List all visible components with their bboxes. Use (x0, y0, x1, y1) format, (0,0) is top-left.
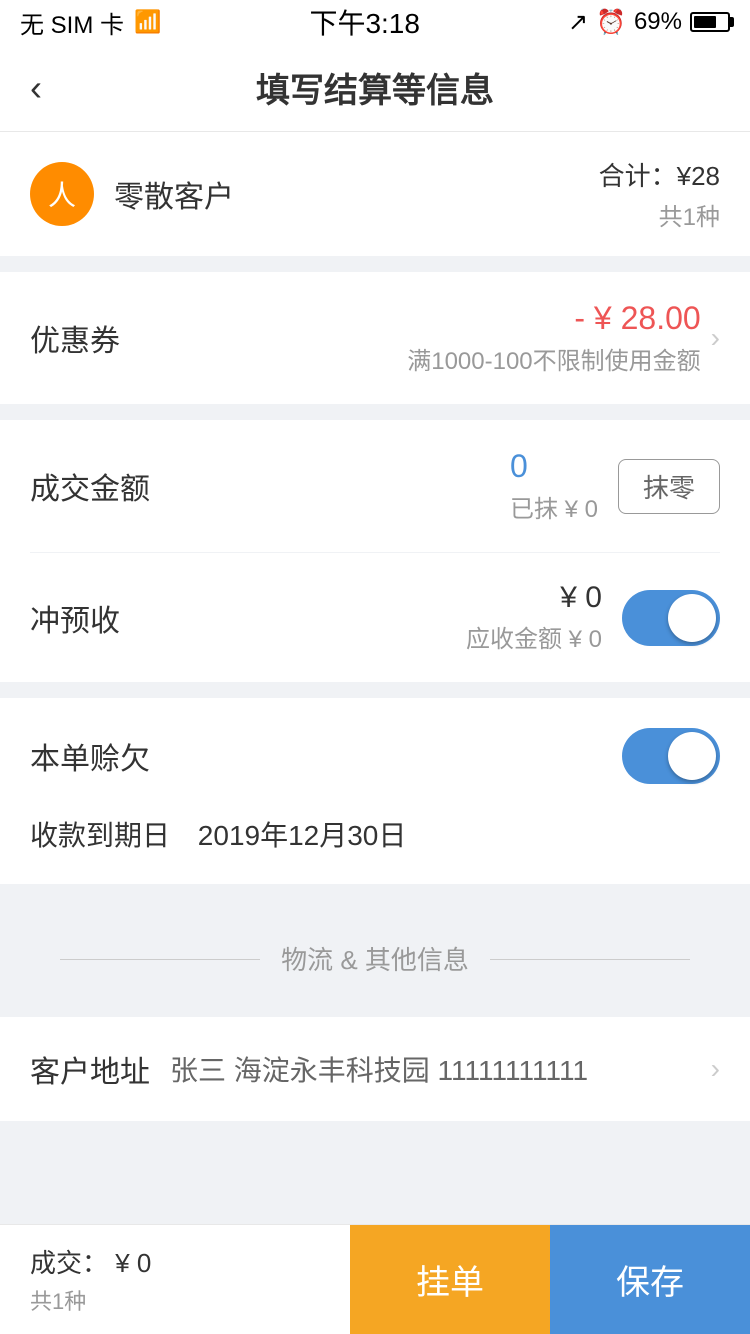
amount-section: 成交金额 0 已抹 ¥ 0 抹零 冲预收 ¥ 0 应收金额 ¥ 0 (0, 420, 750, 682)
due-date-value: 2019年12月30日 (198, 820, 407, 851)
toggle-knob (668, 594, 716, 642)
deal-amount-label: 成交金额 (30, 464, 150, 508)
status-bar: 无 SIM 卡 📶 下午3:18 ↗ ⏰ 69% (0, 0, 750, 44)
bottom-bar: 成交： ¥ 0 共1种 挂单 保存 (0, 1224, 750, 1334)
prepay-right: ¥ 0 应收金额 ¥ 0 (466, 581, 720, 654)
bottom-info: 成交： ¥ 0 共1种 (0, 1243, 350, 1316)
total-amount: 合计：¥28 (599, 156, 720, 193)
customer-total: 合计：¥28 共1种 (599, 156, 720, 232)
save-button[interactable]: 保存 (550, 1225, 750, 1334)
nav-bar: ‹ 填写结算等信息 (0, 44, 750, 132)
due-date-label: 收款到期日 (30, 820, 170, 851)
coupon-desc: 满1000-100不限制使用金额 (407, 341, 700, 376)
address-value: 张三 海淀永丰科技园 11111111111 (170, 1049, 701, 1089)
prepay-toggle[interactable] (622, 590, 720, 646)
customer-name: 零散客户 (114, 172, 234, 216)
due-date-row: 收款到期日 2019年12月30日 (0, 814, 750, 884)
bottom-deal-row: 成交： ¥ 0 (30, 1243, 320, 1280)
status-right: ↗ ⏰ 69% (568, 8, 730, 37)
location-icon: ↗ (568, 8, 588, 37)
deducted-label: 已抹 ¥ 0 (510, 489, 598, 524)
deal-amount-right: 0 已抹 ¥ 0 抹零 (510, 448, 720, 524)
bottom-count: 共1种 (30, 1284, 320, 1316)
round-zero-button[interactable]: 抹零 (618, 459, 720, 514)
prepay-amount: ¥ 0 (466, 581, 602, 615)
logistics-label: 物流 & 其他信息 (281, 945, 469, 975)
pending-button[interactable]: 挂单 (350, 1225, 550, 1334)
address-row: 客户地址 张三 海淀永丰科技园 11111111111 › (0, 1017, 750, 1121)
customer-row: 人 零散客户 合计：¥28 共1种 (0, 132, 750, 256)
deal-amount-value: 0 (510, 448, 598, 485)
alarm-icon: ⏰ (596, 8, 626, 37)
page-title: 填写结算等信息 (256, 63, 494, 112)
content-area: 人 零散客户 合计：¥28 共1种 优惠券 - ¥ 28.00 满1000-10… (0, 132, 750, 1257)
address-chevron-icon: › (711, 1053, 720, 1085)
wifi-icon: 📶 (134, 9, 161, 35)
coupon-row[interactable]: 优惠券 - ¥ 28.00 满1000-100不限制使用金额 › (0, 272, 750, 404)
customer-info: 人 零散客户 (30, 162, 234, 226)
battery-icon (690, 12, 730, 32)
back-button[interactable]: ‹ (30, 67, 42, 109)
prepay-sub: 应收金额 ¥ 0 (466, 619, 602, 654)
debt-row: 本单赊欠 (0, 698, 750, 814)
debt-toggle[interactable] (622, 728, 720, 784)
coupon-label: 优惠券 (30, 316, 120, 360)
coupon-info: - ¥ 28.00 满1000-100不限制使用金额 (407, 300, 700, 376)
debt-section: 本单赊欠 收款到期日 2019年12月30日 (0, 698, 750, 884)
logistics-divider: 物流 & 其他信息 (0, 920, 750, 997)
prepay-values: ¥ 0 应收金额 ¥ 0 (466, 581, 602, 654)
coupon-discount: - ¥ 28.00 (407, 300, 700, 337)
chevron-right-icon: › (711, 322, 720, 354)
item-count: 共1种 (599, 197, 720, 232)
deal-amount-row: 成交金额 0 已抹 ¥ 0 抹零 (0, 420, 750, 552)
avatar-icon: 人 (48, 174, 76, 214)
status-time: 下午3:18 (309, 2, 420, 42)
avatar: 人 (30, 162, 94, 226)
debt-toggle-knob (668, 732, 716, 780)
address-section[interactable]: 客户地址 张三 海淀永丰科技园 11111111111 › (0, 1017, 750, 1121)
prepay-label: 冲预收 (30, 596, 120, 640)
status-left: 无 SIM 卡 📶 (20, 5, 161, 40)
battery-label: 69% (634, 8, 682, 36)
bottom-deal-label: 成交： (30, 1248, 108, 1278)
address-label: 客户地址 (30, 1047, 150, 1091)
debt-label: 本单赊欠 (30, 734, 150, 778)
bottom-deal-value: ¥ 0 (115, 1248, 151, 1278)
prepay-row: 冲预收 ¥ 0 应收金额 ¥ 0 (0, 553, 750, 682)
carrier-label: 无 SIM 卡 (20, 5, 124, 40)
